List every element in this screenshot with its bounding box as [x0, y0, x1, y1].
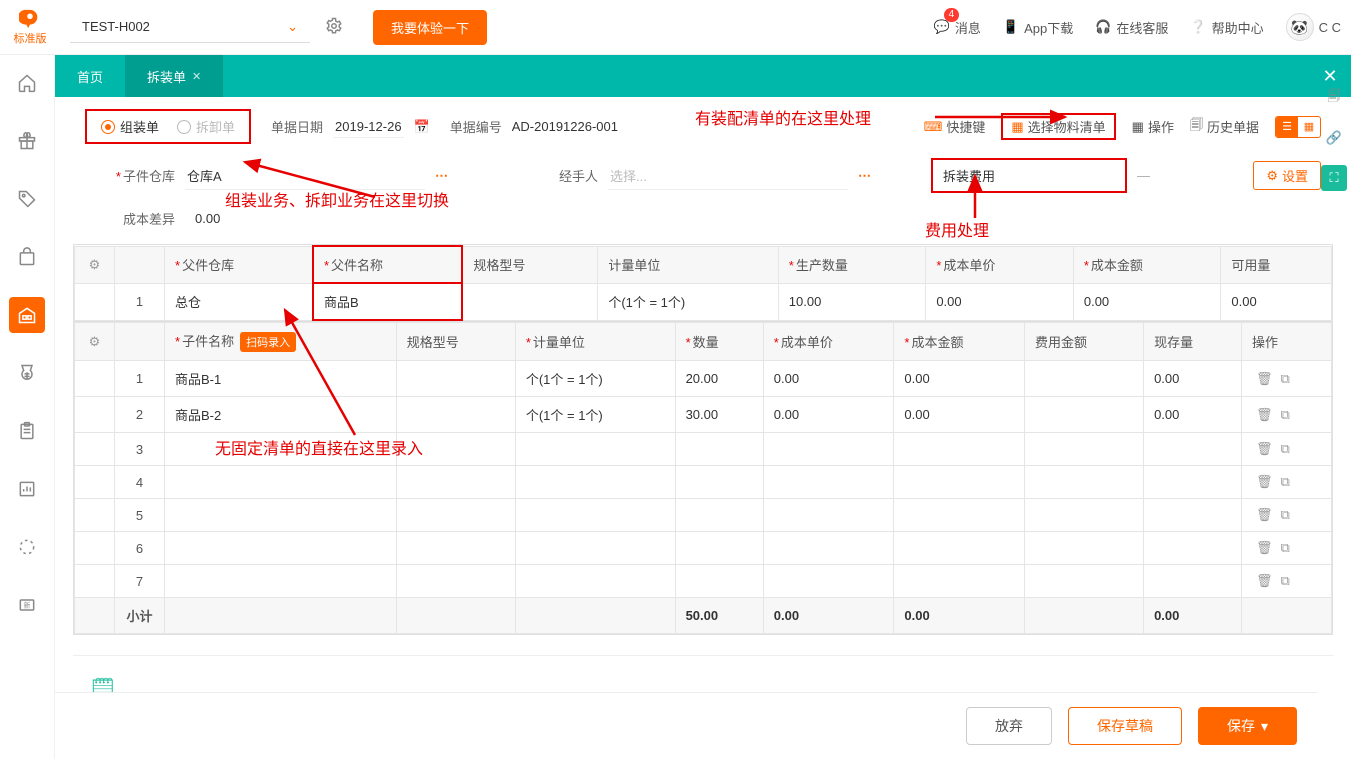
nav-tag-icon[interactable]	[9, 181, 45, 217]
radio-disassemble[interactable]: 拆卸单	[177, 117, 235, 136]
side-nav: 新	[0, 55, 55, 759]
table-row[interactable]: 2商品B-2个(1个 = 1个)30.000.000.000.00🗑⧉	[75, 397, 1332, 433]
delete-icon[interactable]: 🗑	[1256, 407, 1273, 422]
phone-icon: 📱	[1003, 19, 1019, 35]
gear-icon[interactable]: ⚙	[75, 323, 115, 361]
note-rail-icon[interactable]: 🗐	[1321, 85, 1347, 111]
parent-item-grid: ⚙ *父件仓库 *父件名称 规格型号 计量单位 *生产数量 *成本单价 *成本金…	[73, 244, 1333, 322]
table-row[interactable]: 1商品B-1个(1个 = 1个)20.000.000.000.00🗑⧉	[75, 361, 1332, 397]
table-row[interactable]: 3🗑⧉	[75, 433, 1332, 466]
account-selector[interactable]: TEST-H002 ⌄	[70, 11, 310, 43]
app-download-button[interactable]: 📱App下载	[1003, 18, 1073, 37]
messages-button[interactable]: 💬 消息 4	[934, 18, 981, 37]
doc-number: 单据编号 AD-20191226-001	[450, 117, 618, 136]
more-icon[interactable]: ⋯	[435, 168, 448, 184]
delete-icon[interactable]: 🗑	[1256, 371, 1273, 386]
copy-icon[interactable]: ⧉	[1281, 474, 1290, 489]
table-row[interactable]: 7🗑⧉	[75, 565, 1332, 598]
shortcut-link[interactable]: ⌨快捷键	[924, 117, 986, 136]
nav-money-icon[interactable]	[9, 355, 45, 391]
tab-home[interactable]: 首页	[55, 55, 125, 97]
scan-badge[interactable]: 扫码录入	[240, 332, 296, 352]
gear-icon[interactable]: ⚙	[75, 246, 115, 283]
fee-field[interactable]: 拆装费用	[931, 158, 1127, 193]
discard-button[interactable]: 放弃	[966, 707, 1052, 745]
history-link[interactable]: 🗐历史单据	[1190, 116, 1259, 138]
settings-icon[interactable]	[325, 17, 343, 38]
user-menu[interactable]: 🐼 C C	[1286, 13, 1341, 41]
settings-button[interactable]: ⚙设置	[1253, 161, 1321, 190]
delete-icon[interactable]: 🗑	[1256, 441, 1273, 456]
copy-icon[interactable]: ⧉	[1281, 540, 1290, 555]
list-icon: ▦	[1011, 119, 1023, 135]
handler-field[interactable]: 选择...	[608, 162, 848, 190]
child-items-grid: ⚙ *子件名称扫码录入 规格型号 *计量单位 *数量 *成本单价 *成本金额 费…	[73, 322, 1333, 635]
copy-icon[interactable]: ⧉	[1281, 573, 1290, 588]
copy-icon[interactable]: ⧉	[1281, 441, 1290, 456]
help-icon: ❔	[1190, 19, 1206, 35]
expand-rail-icon[interactable]: ⛶	[1321, 165, 1347, 191]
chevron-down-icon: ▾	[1261, 718, 1268, 735]
nav-loading-icon[interactable]	[9, 529, 45, 565]
radio-assemble[interactable]: 组装单	[101, 117, 159, 136]
logo: 标准版	[10, 8, 50, 46]
help-center-button[interactable]: ❔帮助中心	[1190, 18, 1263, 37]
gear-icon: ⚙	[1266, 168, 1278, 184]
doc-date-field[interactable]: 单据日期 2019-12-26 📅	[271, 116, 430, 138]
form-row-1: *子件仓库 仓库A ⋯ 经手人 选择... ⋯ 拆装费用 — ⚙设置	[55, 150, 1351, 201]
copy-icon[interactable]: ⧉	[1281, 407, 1290, 422]
ops-link[interactable]: ▦操作	[1132, 117, 1174, 136]
delete-icon[interactable]: 🗑	[1256, 474, 1273, 489]
nav-warehouse-icon[interactable]	[9, 297, 45, 333]
table-row[interactable]: 4🗑⧉	[75, 466, 1332, 499]
headset-icon: 🎧	[1095, 19, 1111, 35]
doc-toolbar: 组装单 拆卸单 单据日期 2019-12-26 📅 单据编号 AD-201912…	[55, 97, 1351, 150]
sub-warehouse-field[interactable]: 仓库A	[185, 162, 425, 190]
nav-new-icon[interactable]: 新	[9, 587, 45, 623]
assembly-type-radiogroup: 组装单 拆卸单	[85, 109, 251, 144]
nav-report-icon[interactable]	[9, 471, 45, 507]
account-name: TEST-H002	[82, 19, 150, 34]
grid-icon: ▦	[1132, 119, 1144, 135]
table-row[interactable]: 6🗑⧉	[75, 532, 1332, 565]
cost-diff-value: 0.00	[185, 211, 230, 226]
history-icon: 🗐	[1190, 116, 1203, 138]
close-icon[interactable]: ✕	[192, 70, 201, 83]
view-toggle[interactable]: ☰▦	[1275, 116, 1321, 138]
tab-bar: 首页 拆装单 ✕ ✕	[55, 55, 1351, 97]
more-icon[interactable]: ⋯	[858, 168, 871, 184]
nav-home-icon[interactable]	[9, 65, 45, 101]
content-area: 组装单 拆卸单 单据日期 2019-12-26 📅 单据编号 AD-201912…	[55, 97, 1351, 759]
keyboard-icon: ⌨	[924, 119, 943, 135]
try-demo-button[interactable]: 我要体验一下	[373, 10, 487, 45]
avatar: 🐼	[1286, 13, 1314, 41]
footer-actions: 放弃 保存草稿 保存▾	[55, 692, 1317, 759]
right-rail: 🗐 🔗 ⛶	[1317, 55, 1351, 759]
logo-icon	[19, 8, 41, 30]
nav-clipboard-icon[interactable]	[9, 413, 45, 449]
svg-text:新: 新	[24, 601, 31, 610]
save-draft-button[interactable]: 保存草稿	[1068, 707, 1182, 745]
delete-icon[interactable]: 🗑	[1256, 573, 1273, 588]
nav-gift-icon[interactable]	[9, 123, 45, 159]
form-row-2: 成本差异 0.00	[55, 201, 1351, 236]
calendar-icon[interactable]: 📅	[414, 119, 430, 135]
delete-icon[interactable]: 🗑	[1256, 507, 1273, 522]
top-right-actions: 💬 消息 4 📱App下载 🎧在线客服 ❔帮助中心 🐼 C C	[934, 13, 1341, 41]
tab-assembly[interactable]: 拆装单 ✕	[125, 55, 223, 97]
nav-bag-icon[interactable]	[9, 239, 45, 275]
table-row[interactable]: 1 总仓 商品B 个(1个 = 1个) 10.00 0.00 0.00 0.00	[75, 283, 1332, 320]
customer-service-button[interactable]: 🎧在线客服	[1095, 18, 1168, 37]
delete-icon[interactable]: 🗑	[1256, 540, 1273, 555]
view-list-icon[interactable]: ☰	[1276, 117, 1298, 137]
copy-icon[interactable]: ⧉	[1281, 507, 1290, 522]
link-rail-icon[interactable]: 🔗	[1321, 125, 1347, 151]
message-badge: 4	[944, 8, 960, 22]
table-row[interactable]: 5🗑⧉	[75, 499, 1332, 532]
top-bar: 标准版 TEST-H002 ⌄ 我要体验一下 💬 消息 4 📱App下载 🎧在线…	[0, 0, 1351, 55]
save-button[interactable]: 保存▾	[1198, 707, 1297, 745]
chevron-down-icon: ⌄	[287, 19, 298, 35]
copy-icon[interactable]: ⧉	[1281, 371, 1290, 386]
select-bom-link[interactable]: ▦选择物料清单	[1001, 113, 1115, 140]
